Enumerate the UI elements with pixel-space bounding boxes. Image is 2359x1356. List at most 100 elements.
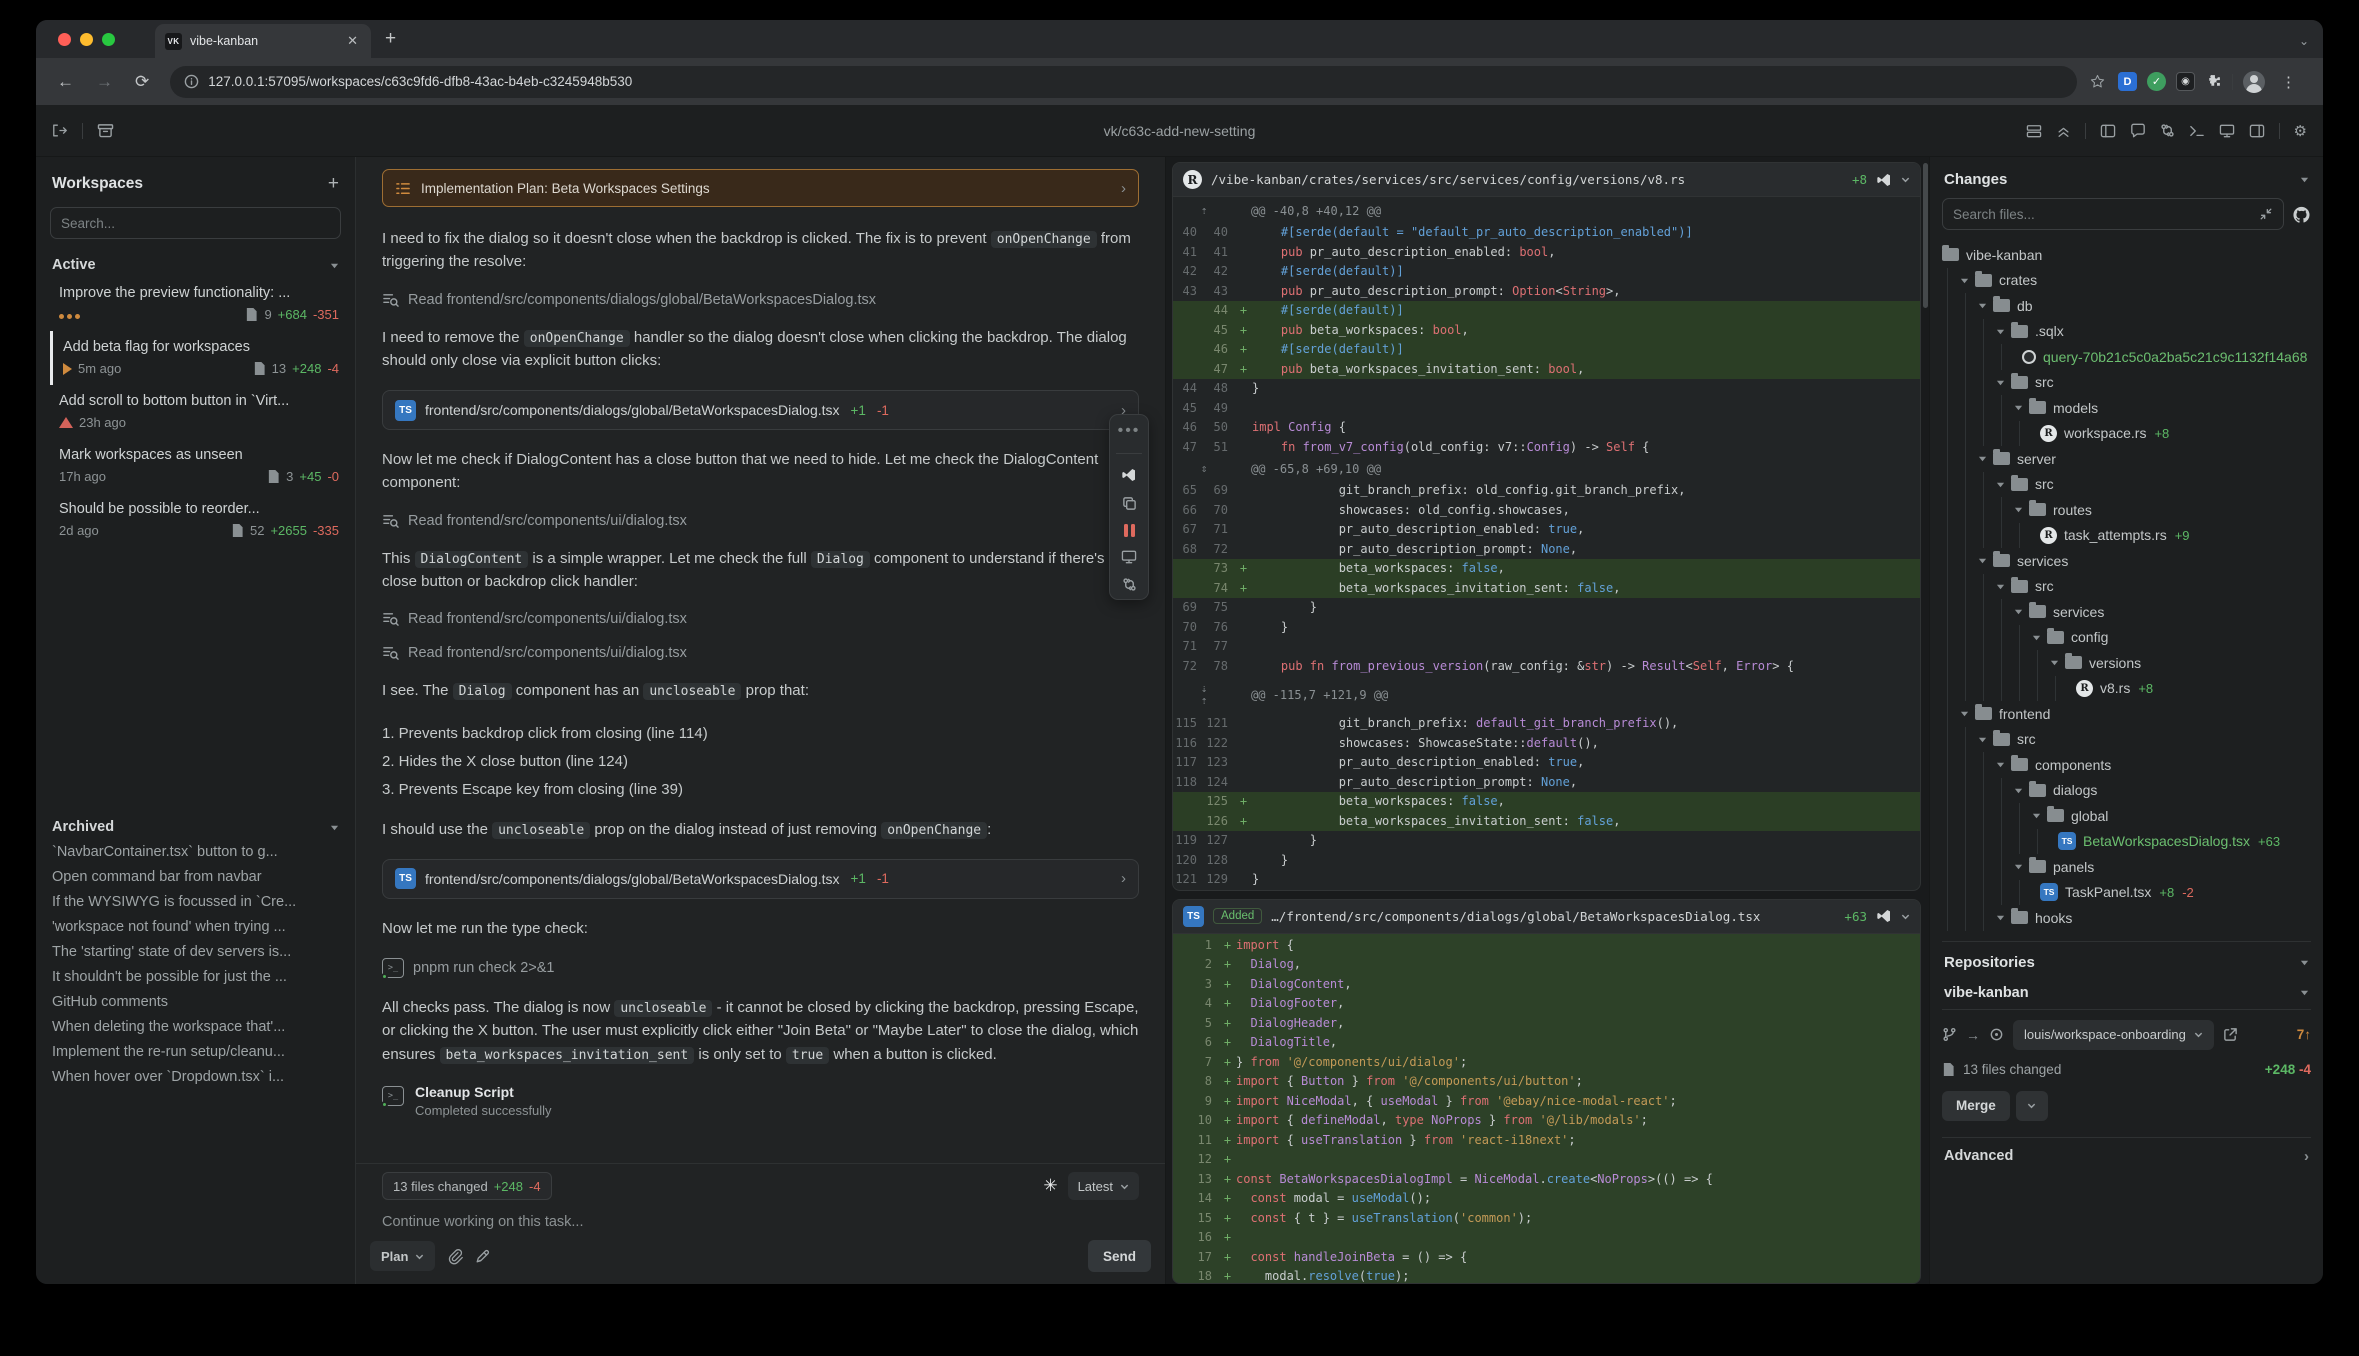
- tree-folder[interactable]: dialogs: [1942, 777, 2311, 803]
- layout-rows-icon[interactable]: [2026, 124, 2042, 138]
- folder-chevron-icon[interactable]: [2032, 811, 2047, 820]
- archived-workspace-item[interactable]: GitHub comments: [50, 989, 341, 1014]
- folder-chevron-icon[interactable]: [1996, 760, 2011, 769]
- folder-chevron-icon[interactable]: [2014, 607, 2029, 616]
- workspace-item[interactable]: Improve the preview functionality: ... 9…: [50, 277, 341, 331]
- terminal-icon[interactable]: [2189, 124, 2205, 138]
- repo-name-row[interactable]: vibe-kanban: [1942, 977, 2311, 1010]
- collapse-tree-icon[interactable]: [2259, 207, 2273, 221]
- tree-folder[interactable]: server: [1942, 446, 2311, 472]
- browser-tab[interactable]: VK vibe-kanban ✕: [155, 24, 371, 58]
- folder-chevron-icon[interactable]: [1996, 913, 2011, 922]
- monitor-icon[interactable]: [1121, 550, 1137, 564]
- browser-menu-icon[interactable]: ⋮: [2275, 73, 2303, 91]
- archived-workspace-item[interactable]: Implement the re-run setup/cleanu...: [50, 1039, 341, 1064]
- hunk-header[interactable]: ⇕ @@ -65,8 +69,10 @@: [1173, 457, 1920, 481]
- copy-icon[interactable]: [1122, 496, 1137, 511]
- archived-workspace-item[interactable]: 'workspace not found' when trying ...: [50, 914, 341, 939]
- expand-hunk-icon[interactable]: ⇡: [1173, 205, 1235, 217]
- tool-call-row[interactable]: Read frontend/src/components/ui/dialog.t…: [382, 513, 1139, 529]
- target-icon[interactable]: [1989, 1027, 2004, 1042]
- folder-chevron-icon[interactable]: [2014, 786, 2029, 795]
- tree-folder[interactable]: crates: [1942, 267, 2311, 293]
- merge-options-button[interactable]: [2015, 1090, 2048, 1121]
- open-in-vscode-icon[interactable]: [1876, 908, 1892, 924]
- archived-workspace-item[interactable]: When hover over `Dropdown.tsx` i...: [50, 1064, 341, 1089]
- extension-lens-icon[interactable]: ◉: [2176, 72, 2195, 91]
- active-section-header[interactable]: Active: [50, 253, 341, 277]
- latest-dropdown[interactable]: Latest: [1067, 1172, 1139, 1200]
- archived-workspace-item[interactable]: When deleting the workspace that'...: [50, 1014, 341, 1039]
- extension-d-icon[interactable]: D: [2118, 72, 2137, 91]
- folder-chevron-icon[interactable]: [1996, 582, 2011, 591]
- folder-chevron-icon[interactable]: [1960, 709, 1975, 718]
- open-in-icon[interactable]: [52, 123, 68, 138]
- collapse-diff-icon[interactable]: [1901, 912, 1910, 921]
- tool-call-row[interactable]: Read frontend/src/components/ui/dialog.t…: [382, 611, 1139, 627]
- archived-workspace-item[interactable]: It shouldn't be possible for just the ..…: [50, 964, 341, 989]
- settings-gear-icon[interactable]: ⚙: [2294, 122, 2307, 140]
- tree-folder[interactable]: src: [1942, 726, 2311, 752]
- workspace-item[interactable]: Should be possible to reorder... 2d ago 5…: [50, 493, 341, 547]
- tree-folder[interactable]: frontend: [1942, 701, 2311, 727]
- tree-file[interactable]: Rv8.rs +8: [1942, 675, 2311, 701]
- tab-overflow-icon[interactable]: ⌄: [2299, 34, 2309, 48]
- diff-scrollbar[interactable]: [1923, 163, 1928, 308]
- collapse-diff-icon[interactable]: [1901, 175, 1910, 184]
- diff-file-header[interactable]: R/vibe-kanban/crates/services/src/servic…: [1173, 163, 1920, 197]
- folder-chevron-icon[interactable]: [1996, 327, 2011, 336]
- forward-icon[interactable]: →: [87, 68, 122, 96]
- collapse-all-icon[interactable]: [2056, 124, 2071, 138]
- tool-call-row[interactable]: >_ pnpm run check 2>&1: [381, 958, 1139, 980]
- pause-icon[interactable]: [1123, 524, 1135, 537]
- folder-chevron-icon[interactable]: [1978, 301, 1993, 310]
- new-tab-button[interactable]: +: [371, 28, 410, 58]
- advanced-row[interactable]: Advanced ›: [1942, 1136, 2311, 1175]
- send-button[interactable]: Send: [1087, 1240, 1151, 1272]
- vscode-icon[interactable]: [1121, 467, 1137, 483]
- folder-chevron-icon[interactable]: [1978, 556, 1993, 565]
- github-icon[interactable]: [2292, 206, 2311, 223]
- diff-file-header[interactable]: TS Added …/frontend/src/components/dialogs…: [1173, 899, 1920, 934]
- folder-chevron-icon[interactable]: [2014, 505, 2029, 514]
- close-window-button[interactable]: [58, 33, 71, 46]
- extensions-puzzle-icon[interactable]: [2205, 73, 2222, 90]
- tree-folder[interactable]: db: [1942, 293, 2311, 319]
- maximize-window-button[interactable]: [102, 33, 115, 46]
- files-changed-chip[interactable]: 13 files changed +248 -4: [382, 1172, 552, 1200]
- tool-call-row[interactable]: Read frontend/src/components/ui/dialog.t…: [382, 645, 1139, 661]
- message-input[interactable]: Continue working on this task...: [356, 1208, 1165, 1234]
- folder-chevron-icon[interactable]: [2014, 862, 2029, 871]
- script-status-block[interactable]: >_ Cleanup Script Completed successfully: [381, 1084, 1139, 1118]
- tree-folder[interactable]: vibe-kanban: [1942, 242, 2311, 268]
- file-change-card[interactable]: TS frontend/src/components/dialogs/global…: [382, 390, 1139, 430]
- folder-chevron-icon[interactable]: [1996, 378, 2011, 387]
- archived-workspace-item[interactable]: Open command bar from navbar: [50, 864, 341, 889]
- extension-shield-icon[interactable]: ✓: [2147, 72, 2166, 91]
- tree-file[interactable]: query-70b21c5c0a2ba5c21c9c1132f14a68: [1942, 344, 2311, 370]
- archived-section-header[interactable]: Archived: [50, 815, 341, 839]
- tree-folder[interactable]: panels: [1942, 854, 2311, 880]
- tree-folder[interactable]: hooks: [1942, 905, 2311, 931]
- tree-folder[interactable]: versions: [1942, 650, 2311, 676]
- archive-box-icon[interactable]: [97, 123, 114, 138]
- folder-chevron-icon[interactable]: [1978, 454, 1993, 463]
- expand-hunk-icon[interactable]: ⇣ ⇡: [1173, 683, 1235, 706]
- site-info-icon[interactable]: [184, 74, 199, 89]
- open-in-vscode-icon[interactable]: [1876, 172, 1892, 188]
- minimize-window-button[interactable]: [80, 33, 93, 46]
- edit-pen-icon[interactable]: [475, 1248, 491, 1264]
- workspace-item[interactable]: Add scroll to bottom button in `Virt... …: [50, 385, 341, 439]
- more-actions-icon[interactable]: •••: [1118, 422, 1141, 440]
- folder-chevron-icon[interactable]: [1960, 276, 1975, 285]
- folder-chevron-icon[interactable]: [2050, 658, 2065, 667]
- merge-button[interactable]: Merge: [1942, 1090, 2010, 1121]
- monitor-icon[interactable]: [2219, 124, 2235, 138]
- git-compare-icon[interactable]: [1122, 577, 1137, 592]
- conversation-scroll-area[interactable]: Implementation Plan: Beta Workspaces Set…: [356, 157, 1165, 1163]
- address-bar[interactable]: 127.0.0.1:57095/workspaces/c63c9fd6-dfb8…: [170, 65, 2077, 98]
- external-link-icon[interactable]: [2223, 1027, 2238, 1042]
- add-workspace-button[interactable]: +: [328, 173, 339, 195]
- comments-icon[interactable]: [2130, 123, 2146, 138]
- tab-close-icon[interactable]: ✕: [344, 33, 361, 49]
